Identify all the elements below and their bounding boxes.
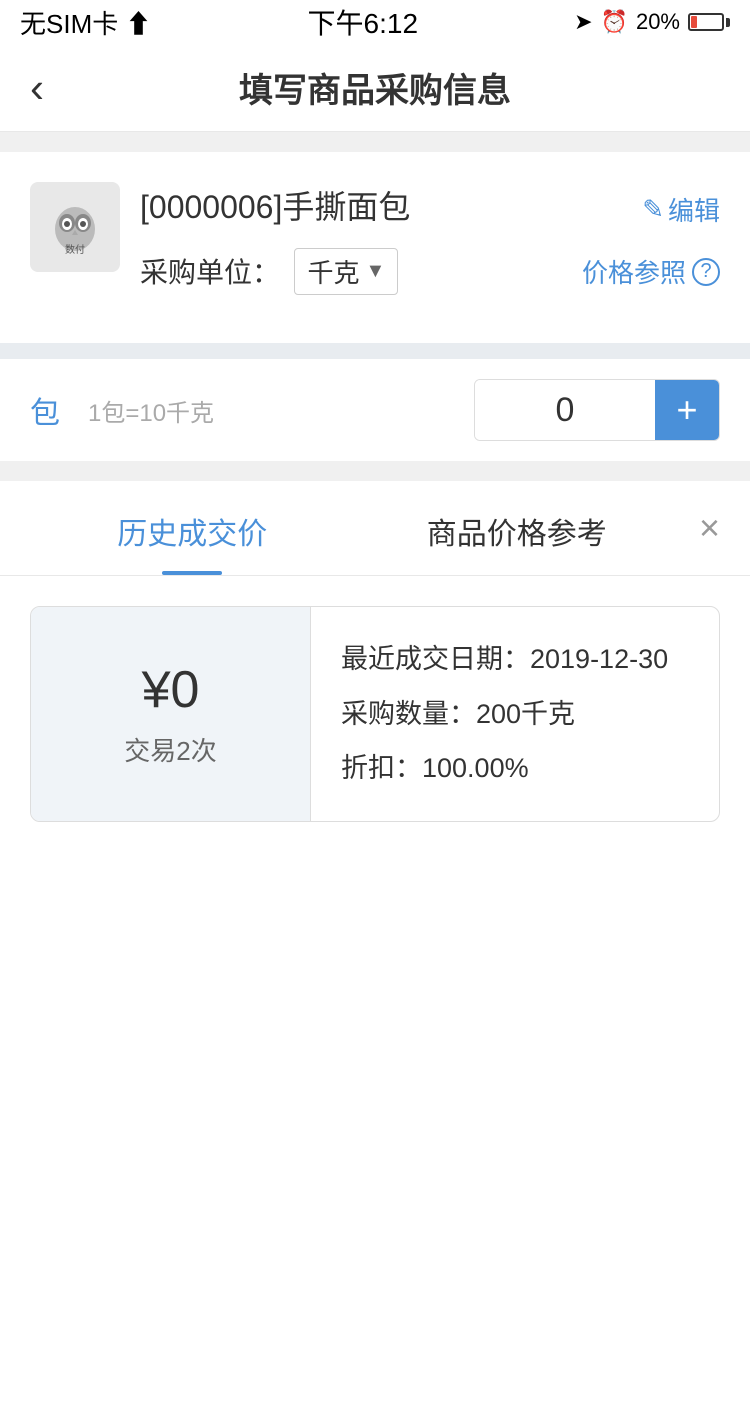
quantity-unit-hint: 1包=10千克 — [88, 393, 214, 428]
quantity-row: 包 1包=10千克 + — [0, 359, 750, 461]
chevron-down-icon: ▼ — [365, 260, 385, 283]
trade-purchase-qty: 采购数量：200千克 — [341, 694, 689, 735]
edit-link[interactable]: ✎ 编辑 — [642, 191, 720, 228]
page-title: 填写商品采购信息 — [239, 63, 511, 112]
status-right: ➤ ⏰ 20% — [574, 9, 730, 35]
back-button[interactable]: ‹ — [30, 54, 54, 122]
edit-icon: ✎ — [642, 194, 664, 225]
section-divider — [0, 343, 750, 359]
tab-product-price-ref[interactable]: 商品价格参考 — [354, 481, 678, 575]
quantity-unit-label: 包 — [30, 388, 60, 432]
status-bar: 无SIM卡 ⬆ 下午6:12 ➤ ⏰ 20% — [0, 0, 750, 44]
help-icon[interactable]: ? — [692, 258, 720, 286]
product-thumbnail: 数付 — [30, 182, 120, 272]
product-logo-icon: 数付 — [45, 197, 105, 257]
trade-card-right: 最近成交日期：2019-12-30 采购数量：200千克 折扣：100.00% — [311, 607, 719, 821]
nav-bar: ‹ 填写商品采购信息 — [0, 44, 750, 132]
quantity-add-button[interactable]: + — [655, 380, 719, 440]
product-name: [0000006]手撕面包 — [140, 182, 410, 228]
product-section: 数付 [0000006]手撕面包 ✎ 编辑 采购单位： 千克 ▼ — [0, 152, 750, 343]
quantity-control: + — [474, 379, 720, 441]
trade-card-left: ¥0 交易2次 — [31, 607, 311, 821]
location-icon: ➤ — [574, 9, 592, 35]
trade-price: ¥0 — [142, 659, 200, 721]
trade-discount: 折扣：100.00% — [341, 748, 689, 789]
product-top-row: [0000006]手撕面包 ✎ 编辑 — [140, 182, 720, 236]
product-header: 数付 [0000006]手撕面包 ✎ 编辑 采购单位： 千克 ▼ — [30, 182, 720, 295]
product-unit-row: 采购单位： 千克 ▼ 价格参照 ? — [140, 248, 720, 295]
status-left: 无SIM卡 ⬆ — [20, 4, 151, 41]
product-info: [0000006]手撕面包 ✎ 编辑 采购单位： 千克 ▼ 价格参照 ? — [140, 182, 720, 295]
battery-icon — [688, 13, 730, 31]
content-body — [0, 822, 750, 1422]
trade-count: 交易2次 — [124, 731, 216, 768]
trade-card: ¥0 交易2次 最近成交日期：2019-12-30 采购数量：200千克 折扣：… — [30, 606, 720, 822]
svg-text:数付: 数付 — [65, 243, 85, 256]
status-time: 下午6:12 — [308, 2, 419, 42]
quantity-input[interactable] — [475, 380, 655, 440]
unit-label: 采购单位： — [140, 257, 280, 288]
battery-percent: 20% — [636, 9, 680, 35]
trade-recent-date: 最近成交日期：2019-12-30 — [341, 639, 689, 680]
tabs-header: 历史成交价 商品价格参考 × — [0, 481, 750, 576]
unit-select[interactable]: 千克 ▼ — [294, 248, 398, 295]
unit-select-group: 采购单位： 千克 ▼ — [140, 248, 398, 295]
alarm-icon: ⏰ — [601, 9, 628, 35]
tab-history-price[interactable]: 历史成交价 — [30, 481, 354, 575]
tabs-section: 历史成交价 商品价格参考 × ¥0 交易2次 最近成交日期：2019-12-30… — [0, 481, 750, 1422]
sim-text: 无SIM卡 ⬆ — [20, 4, 151, 41]
close-button[interactable]: × — [679, 510, 720, 546]
price-ref-link[interactable]: 价格参照 ? — [582, 253, 720, 290]
